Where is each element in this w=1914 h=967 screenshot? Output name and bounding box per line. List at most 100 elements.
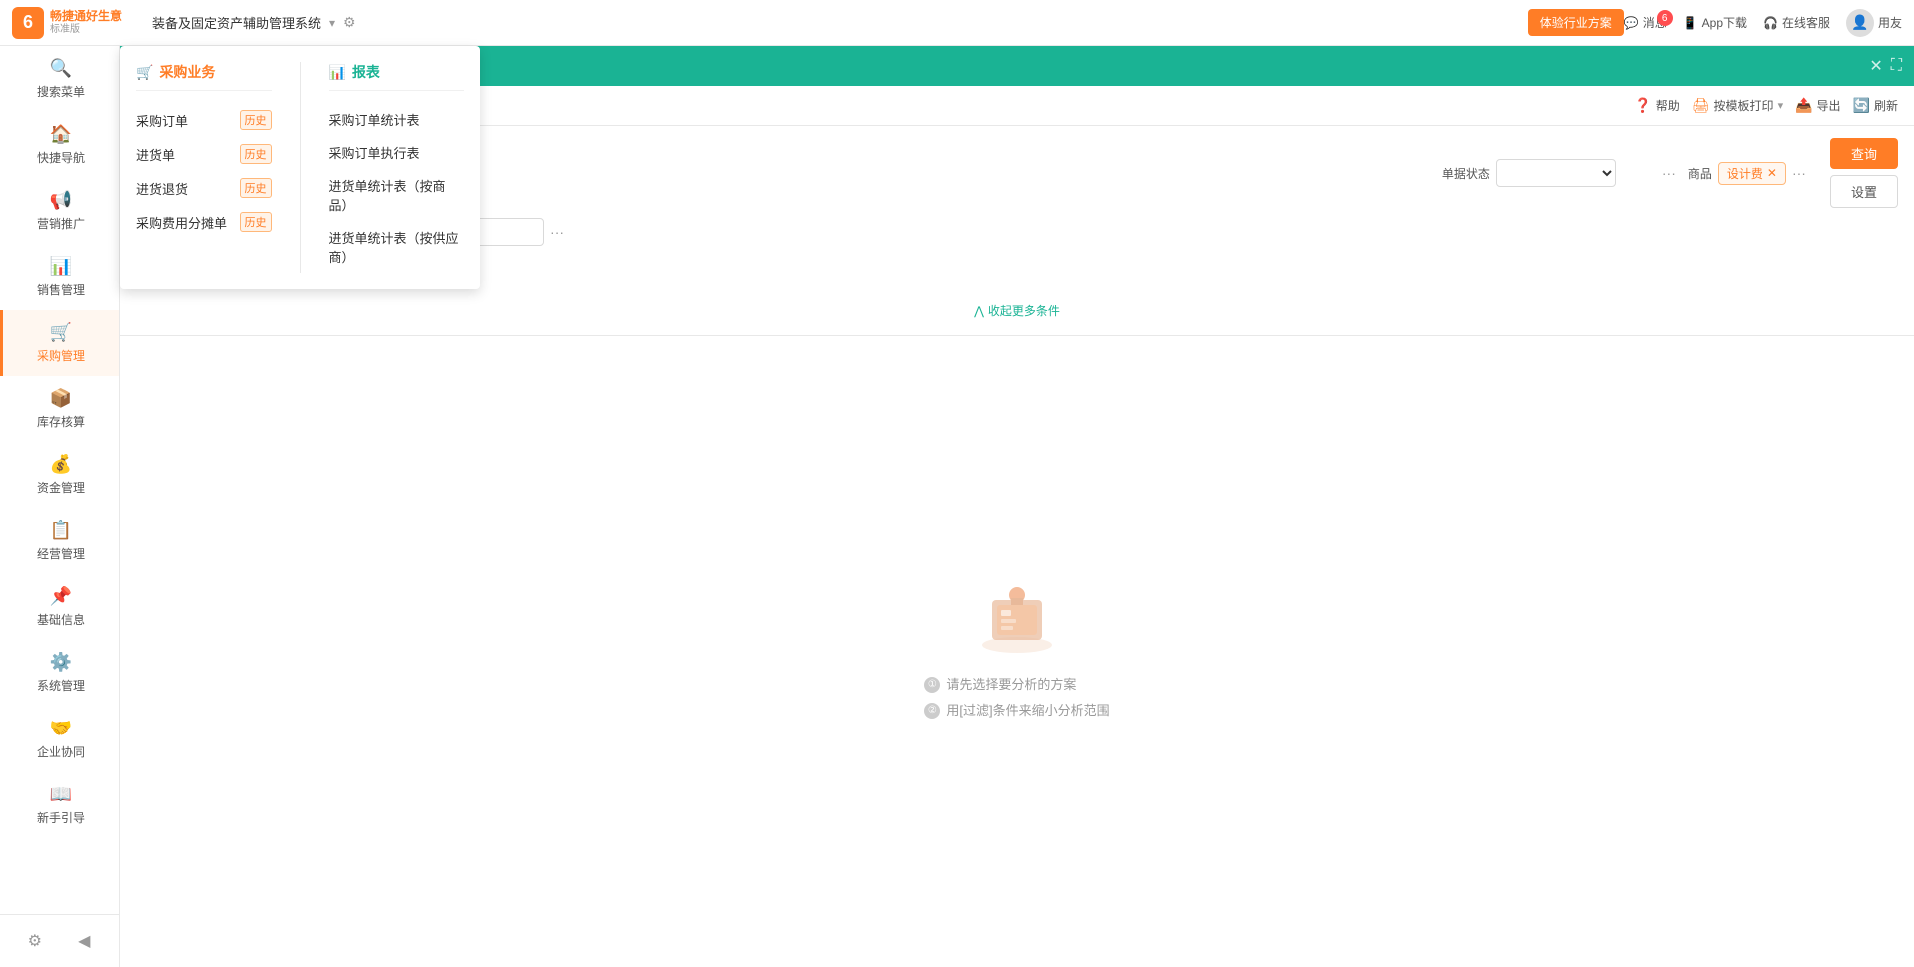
refresh-button[interactable]: 🔄 刷新 bbox=[1853, 97, 1898, 114]
tab-maximize-button[interactable]: ⛶ bbox=[1891, 57, 1902, 75]
home-icon: 🏠 bbox=[50, 124, 72, 145]
sales-icon: 📊 bbox=[50, 256, 72, 277]
dropdown-item-incoming[interactable]: 进货单 历史 bbox=[136, 137, 272, 171]
dropdown-item-return[interactable]: 进货退货 历史 bbox=[136, 171, 272, 205]
sidebar-item-quicknav[interactable]: 🏠 快捷导航 bbox=[0, 112, 119, 178]
service-label: 在线客服 bbox=[1782, 14, 1830, 31]
sidebar-item-search[interactable]: 🔍 搜索菜单 bbox=[0, 46, 119, 112]
industry-button[interactable]: 体验行业方案 bbox=[1528, 9, 1624, 36]
goods-dots[interactable]: ··· bbox=[1792, 165, 1806, 181]
sidebar-item-operations[interactable]: 📋 经营管理 bbox=[0, 508, 119, 574]
purchase-col-title: 🛒 采购业务 bbox=[136, 62, 272, 91]
sidebar-item-label: 企业协同 bbox=[37, 743, 85, 760]
purchase-icon: 🛒 bbox=[50, 322, 72, 343]
system-name-chevron-icon[interactable]: ▾ bbox=[329, 16, 335, 30]
sidebar-item-enterprise[interactable]: 🤝 企业协同 bbox=[0, 706, 119, 772]
sidebar-item-basic[interactable]: 📌 基础信息 bbox=[0, 574, 119, 640]
set-button[interactable]: 设置 bbox=[1830, 175, 1898, 208]
tab-bar-right: ✕ ⛶ bbox=[1869, 56, 1914, 76]
collapse-button[interactable]: ⋀ 收起更多条件 bbox=[136, 294, 1898, 323]
empty-illustration bbox=[967, 580, 1067, 660]
goods-label: 商品 bbox=[1688, 165, 1712, 182]
history-tag-1: 历史 bbox=[240, 110, 272, 130]
inventory-icon: 📦 bbox=[50, 388, 72, 409]
logo-text: 畅捷通好生意 标准版 bbox=[50, 9, 122, 35]
purchase-dropdown-menu: 🛒 采购业务 采购订单 历史 进货单 历史 进货退货 历史 采购费用分摊单 历史… bbox=[120, 46, 480, 289]
sidebar-settings-button[interactable]: ⚙ bbox=[19, 925, 51, 957]
tip-text-1: 请先选择要分析的方案 bbox=[946, 672, 1076, 698]
export-button[interactable]: 📤 导出 bbox=[1795, 97, 1840, 114]
system-name-text: 装备及固定资产辅助管理系统 bbox=[152, 13, 321, 32]
history-tag-2: 历史 bbox=[240, 144, 272, 164]
notification-button[interactable]: 💬 消息 6 bbox=[1624, 14, 1667, 31]
sidebar-item-system[interactable]: ⚙️ 系统管理 bbox=[0, 640, 119, 706]
status-dots[interactable]: ··· bbox=[1662, 165, 1676, 181]
sidebar-item-label: 库存核算 bbox=[37, 413, 85, 430]
action-buttons: 查询 设置 bbox=[1830, 138, 1898, 208]
status-select[interactable] bbox=[1496, 159, 1616, 187]
empty-tip-2: ② 用[过滤]条件来缩小分析范围 bbox=[924, 698, 1109, 724]
notification-icon: 💬 bbox=[1624, 16, 1639, 30]
empty-tip-1: ① 请先选择要分析的方案 bbox=[924, 672, 1109, 698]
print-template-label: 按模板打印 bbox=[1714, 97, 1774, 114]
notification-badge: 6 bbox=[1657, 10, 1673, 26]
dropdown-item-incoming-goods[interactable]: 进货单统计表（按商品） bbox=[329, 169, 465, 221]
purchase-column: 🛒 采购业务 采购订单 历史 进货单 历史 进货退货 历史 采购费用分摊单 历史 bbox=[136, 62, 272, 273]
export-icon: 📤 bbox=[1795, 97, 1812, 114]
salesperson-dots[interactable]: ··· bbox=[550, 224, 564, 240]
status-label: 单据状态 bbox=[1442, 165, 1490, 182]
query-button[interactable]: 查询 bbox=[1830, 138, 1898, 169]
tab-close-button[interactable]: ✕ bbox=[1869, 56, 1882, 76]
sidebar-item-sales[interactable]: 📊 销售管理 bbox=[0, 244, 119, 310]
history-tag-4: 历史 bbox=[240, 212, 272, 232]
sidebar-item-label: 新手引导 bbox=[37, 809, 85, 826]
logo-icon: 6 bbox=[12, 7, 44, 39]
tip-text-2: 用[过滤]条件来缩小分析范围 bbox=[946, 698, 1109, 724]
dropdown-divider bbox=[300, 62, 301, 273]
user-menu-button[interactable]: 👤 用友 bbox=[1846, 9, 1902, 37]
print-dropdown-icon: ▾ bbox=[1778, 99, 1784, 112]
goods-filter: 商品 设计费 ✕ ··· bbox=[1688, 162, 1806, 185]
dropdown-item-order-stats[interactable]: 采购订单统计表 bbox=[329, 103, 465, 136]
top-header: 6 畅捷通好生意 标准版 装备及固定资产辅助管理系统 ▾ ⚙ 体验行业方案 💬 … bbox=[0, 0, 1914, 46]
sidebar-item-label: 资金管理 bbox=[37, 479, 85, 496]
sidebar-item-label: 经营管理 bbox=[37, 545, 85, 562]
sidebar-item-label: 采购管理 bbox=[37, 347, 85, 364]
sidebar: 🔍 搜索菜单 🏠 快捷导航 📢 营销推广 📊 销售管理 🛒 采购管理 📦 库存核… bbox=[0, 46, 120, 967]
report-col-title: 📊 报表 bbox=[329, 62, 465, 91]
dropdown-item-order-exec[interactable]: 采购订单执行表 bbox=[329, 136, 465, 169]
empty-tips: ① 请先选择要分析的方案 ② 用[过滤]条件来缩小分析范围 bbox=[924, 672, 1109, 724]
sidebar-item-label: 营销推广 bbox=[37, 215, 85, 232]
report-col-icon: 📊 bbox=[329, 64, 346, 81]
phone-icon: 📱 bbox=[1683, 16, 1698, 30]
dropdown-item-incoming-supplier[interactable]: 进货单统计表（按供应商） bbox=[329, 221, 465, 273]
sidebar-item-guide[interactable]: 📖 新手引导 bbox=[0, 772, 119, 838]
guide-icon: 📖 bbox=[50, 784, 72, 805]
order-stats-label: 采购订单统计表 bbox=[329, 110, 420, 129]
online-service-button[interactable]: 🎧 在线客服 bbox=[1763, 14, 1830, 31]
print-template-button[interactable]: 🖨 按模板打印 ▾ bbox=[1692, 97, 1783, 114]
help-button[interactable]: ❓ 帮助 bbox=[1634, 97, 1679, 114]
sidebar-collapse-button[interactable]: ◀ bbox=[68, 925, 100, 957]
app-download-button[interactable]: 📱 App下载 bbox=[1683, 14, 1747, 31]
sidebar-item-finance[interactable]: 💰 资金管理 bbox=[0, 442, 119, 508]
dropdown-item-purchase-order[interactable]: 采购订单 历史 bbox=[136, 103, 272, 137]
goods-tag-close-icon[interactable]: ✕ bbox=[1767, 166, 1777, 180]
sidebar-item-label: 销售管理 bbox=[37, 281, 85, 298]
sidebar-item-marketing[interactable]: 📢 营销推广 bbox=[0, 178, 119, 244]
user-name: 用友 bbox=[1878, 14, 1902, 31]
return-label: 进货退货 bbox=[136, 179, 188, 198]
sidebar-item-purchase[interactable]: 🛒 采购管理 bbox=[0, 310, 119, 376]
settings-icon[interactable]: ⚙ bbox=[343, 14, 356, 31]
history-tag-3: 历史 bbox=[240, 178, 272, 198]
purchase-col-icon: 🛒 bbox=[136, 64, 153, 81]
collapse-up-icon: ⋀ bbox=[974, 304, 984, 318]
order-exec-label: 采购订单执行表 bbox=[329, 143, 420, 162]
app-label: App下载 bbox=[1702, 14, 1747, 31]
sidebar-item-label: 基础信息 bbox=[37, 611, 85, 628]
purchase-col-label: 采购业务 bbox=[159, 62, 215, 82]
sidebar-item-inventory[interactable]: 📦 库存核算 bbox=[0, 376, 119, 442]
finance-icon: 💰 bbox=[50, 454, 72, 475]
dropdown-item-expense[interactable]: 采购费用分摊单 历史 bbox=[136, 205, 272, 239]
logo-title: 畅捷通好生意 bbox=[50, 9, 122, 23]
